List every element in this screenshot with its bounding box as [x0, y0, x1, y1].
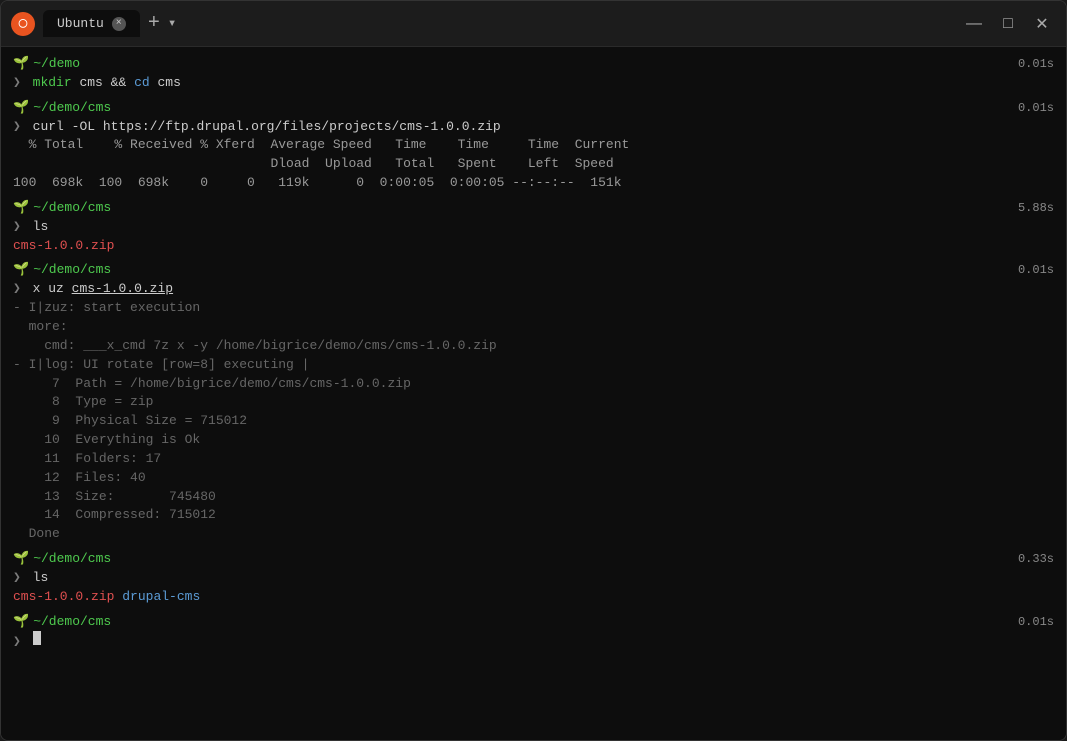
- command-row-2: ❯ curl -OL https://ftp.drupal.org/files/…: [13, 118, 1054, 137]
- prompt-emoji-4: 🌱: [13, 261, 29, 280]
- prompt-left: 🌱 ~/demo: [13, 55, 80, 74]
- prompt-row-3: 🌱 ~/demo/cms 5.88s: [13, 199, 1054, 218]
- prompt-emoji: 🌱: [13, 55, 29, 74]
- minimize-button[interactable]: —: [960, 10, 988, 38]
- prompt-left-4: 🌱 ~/demo/cms: [13, 261, 111, 280]
- command-row-5: ❯ ls: [13, 569, 1054, 588]
- prompt-emoji-5: 🌱: [13, 550, 29, 569]
- terminal-body[interactable]: 🌱 ~/demo 0.01s ❯ mkdir cms && cd cms 🌱 ~…: [1, 47, 1066, 740]
- prompt-chevron: ❯: [13, 74, 29, 93]
- cmd-mkdir: mkdir: [33, 74, 72, 93]
- uz-output-4: - I|log: UI rotate [row=8] executing |: [13, 356, 1054, 375]
- titlebar: ◯ Ubuntu × + ▾ — □ ✕: [1, 1, 1066, 47]
- prompt-dir-4: ~/demo/cms: [33, 261, 111, 280]
- prompt-emoji-2: 🌱: [13, 99, 29, 118]
- prompt-dir-6: ~/demo/cms: [33, 613, 111, 632]
- curl-output-2: Dload Upload Total Spent Left Speed: [13, 155, 1054, 174]
- uz-output-9: 11 Folders: 17: [13, 450, 1054, 469]
- terminal-window: ◯ Ubuntu × + ▾ — □ ✕ 🌱 ~/demo 0.01s ❯ mk…: [0, 0, 1067, 741]
- cmd-ls-1: ls: [33, 218, 49, 237]
- ubuntu-logo-icon: ◯: [11, 12, 35, 36]
- uz-output-8: 10 Everything is Ok: [13, 431, 1054, 450]
- cmd-text2: cms: [150, 74, 181, 93]
- prompt-row-6: 🌱 ~/demo/cms 0.01s: [13, 613, 1054, 632]
- prompt-emoji-3: 🌱: [13, 199, 29, 218]
- curl-output-1: % Total % Received % Xferd Average Speed…: [13, 136, 1054, 155]
- tab-close-button[interactable]: ×: [112, 17, 126, 31]
- command-time: 0.01s: [1018, 56, 1054, 73]
- cmd-text1: cms &&: [72, 74, 134, 93]
- command-time-5: 0.33s: [1018, 551, 1054, 568]
- file-zip-1: cms-1.0.0.zip: [13, 238, 114, 253]
- prompt-chevron-6: ❯: [13, 633, 29, 652]
- cmd-ls-2: ls: [33, 569, 49, 588]
- close-button[interactable]: ✕: [1028, 10, 1056, 38]
- prompt-row-2: 🌱 ~/demo/cms 0.01s: [13, 99, 1054, 118]
- uz-output-2: more:: [13, 318, 1054, 337]
- cmd-cd: cd: [134, 74, 150, 93]
- maximize-button[interactable]: □: [994, 10, 1022, 38]
- tab-label: Ubuntu: [57, 16, 104, 31]
- prompt-dir-3: ~/demo/cms: [33, 199, 111, 218]
- uz-output-11: 13 Size: 745480: [13, 488, 1054, 507]
- prompt-dir: ~/demo: [33, 55, 80, 74]
- active-tab[interactable]: Ubuntu ×: [43, 10, 140, 37]
- titlebar-left: ◯ Ubuntu ×: [11, 10, 140, 37]
- file-zip-2: cms-1.0.0.zip: [13, 589, 114, 604]
- prompt-chevron-2: ❯: [13, 118, 29, 137]
- prompt-left-3: 🌱 ~/demo/cms: [13, 199, 111, 218]
- window-controls: — □ ✕: [960, 10, 1056, 38]
- prompt-chevron-4: ❯: [13, 280, 29, 299]
- uz-output-12: 14 Compressed: 715012: [13, 506, 1054, 525]
- ls-output-2: cms-1.0.0.zip drupal-cms: [13, 588, 1054, 607]
- command-row-3: ❯ ls: [13, 218, 1054, 237]
- prompt-chevron-5: ❯: [13, 569, 29, 588]
- command-time-3: 5.88s: [1018, 200, 1054, 217]
- prompt-row: 🌱 ~/demo 0.01s: [13, 55, 1054, 74]
- command-row: ❯ mkdir cms && cd cms: [13, 74, 1054, 93]
- file-drupal: drupal-cms: [122, 589, 200, 604]
- cmd-uz-file: cms-1.0.0.zip: [72, 280, 173, 299]
- uz-output-1: - I|zuz: start execution: [13, 299, 1054, 318]
- prompt-left-6: 🌱 ~/demo/cms: [13, 613, 111, 632]
- command-row-6: ❯: [13, 631, 1054, 652]
- uz-output-10: 12 Files: 40: [13, 469, 1054, 488]
- prompt-row-5: 🌱 ~/demo/cms 0.33s: [13, 550, 1054, 569]
- terminal-cursor: [33, 631, 41, 645]
- command-time-6: 0.01s: [1018, 614, 1054, 631]
- new-tab-button[interactable]: +: [148, 12, 160, 35]
- prompt-left-2: 🌱 ~/demo/cms: [13, 99, 111, 118]
- command-time-4: 0.01s: [1018, 262, 1054, 279]
- prompt-row-4: 🌱 ~/demo/cms 0.01s: [13, 261, 1054, 280]
- prompt-dir-5: ~/demo/cms: [33, 550, 111, 569]
- prompt-dir-2: ~/demo/cms: [33, 99, 111, 118]
- command-row-4: ❯ x uz cms-1.0.0.zip: [13, 280, 1054, 299]
- uz-output-6: 8 Type = zip: [13, 393, 1054, 412]
- uz-output-done: Done: [13, 525, 1054, 544]
- prompt-left-5: 🌱 ~/demo/cms: [13, 550, 111, 569]
- uz-output-7: 9 Physical Size = 715012: [13, 412, 1054, 431]
- cmd-curl: curl -OL https://ftp.drupal.org/files/pr…: [33, 118, 501, 137]
- prompt-emoji-6: 🌱: [13, 613, 29, 632]
- curl-output-3: 100 698k 100 698k 0 0 119k 0 0:00:05 0:0…: [13, 174, 1054, 193]
- prompt-chevron-3: ❯: [13, 218, 29, 237]
- tab-dropdown-button[interactable]: ▾: [168, 15, 176, 32]
- ls-output-1: cms-1.0.0.zip: [13, 237, 1054, 256]
- cmd-x: x uz: [33, 280, 72, 299]
- uz-output-3: cmd: ___x_cmd 7z x -y /home/bigrice/demo…: [13, 337, 1054, 356]
- command-time-2: 0.01s: [1018, 100, 1054, 117]
- uz-output-5: 7 Path = /home/bigrice/demo/cms/cms-1.0.…: [13, 375, 1054, 394]
